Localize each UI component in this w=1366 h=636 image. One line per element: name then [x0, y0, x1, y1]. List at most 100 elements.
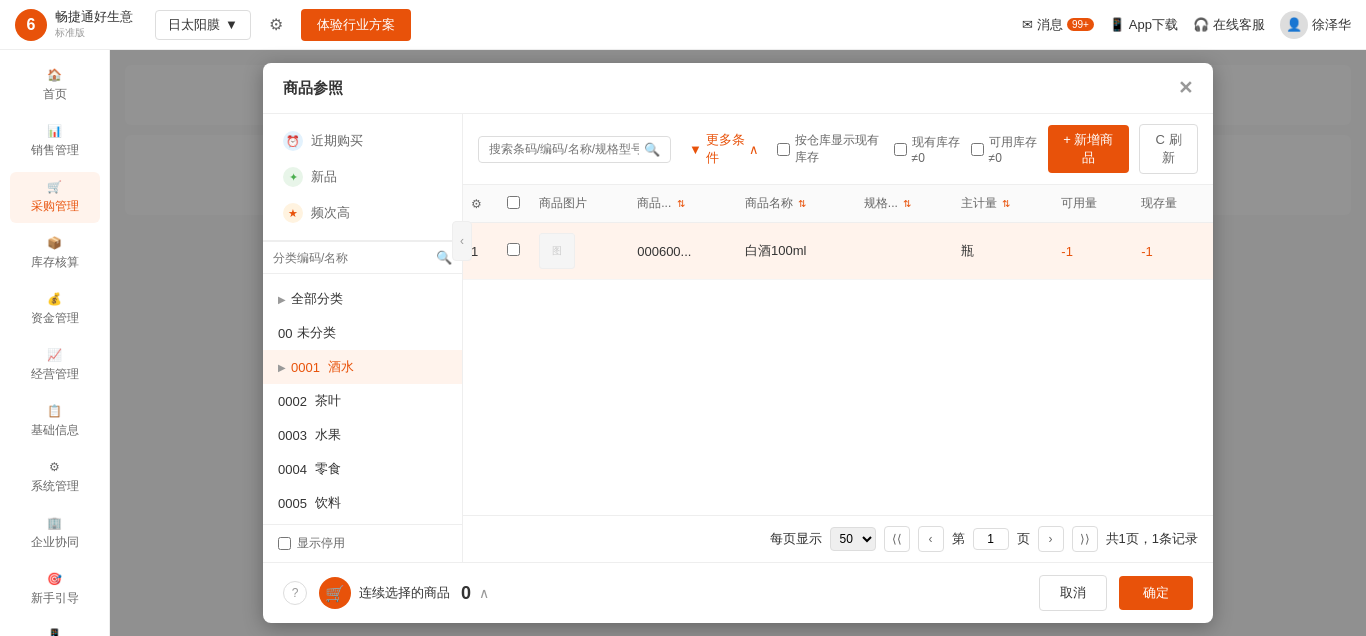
sort-unit-icon[interactable]: ⇅	[1002, 198, 1010, 209]
col-unit: 主计量 ⇅	[953, 185, 1053, 223]
tab-new[interactable]: ✦ 新品	[273, 160, 452, 194]
col-stock: 现存量	[1133, 185, 1213, 223]
available-stock-checkbox[interactable]	[971, 143, 984, 156]
row-stock-cell: -1	[1133, 223, 1213, 280]
select-all-checkbox[interactable]	[507, 196, 520, 209]
finance-icon: 💰	[47, 292, 62, 306]
right-panel: 🔍 ▼ 更多条件 ∧ 按仓库显示现有库存	[463, 114, 1213, 562]
confirm-button[interactable]: 确定	[1119, 576, 1193, 610]
sidebar-item-guide[interactable]: 🎯 新手引导	[10, 564, 100, 615]
sidebar-item-enterprise[interactable]: 🏢 企业协同	[10, 508, 100, 559]
row-spec-cell	[856, 223, 953, 280]
collapse-cart-button[interactable]: ∧	[479, 585, 489, 601]
nav-dropdown[interactable]: 日太阳膜 ▼	[155, 10, 251, 40]
product-search-box: 🔍	[478, 136, 671, 163]
cat-item-00[interactable]: 00 未分类	[263, 316, 462, 350]
refresh-button[interactable]: C 刷新	[1139, 124, 1198, 174]
freq-icon: ★	[283, 203, 303, 223]
left-panel-tabs: ⏰ 近期购买 ✦ 新品 ★ 频次高	[263, 114, 462, 241]
cat-item-0005[interactable]: 0005 饮料	[263, 486, 462, 520]
last-page-button[interactable]: ⟩⟩	[1072, 526, 1098, 552]
cat-item-0002[interactable]: 0002 茶叶	[263, 384, 462, 418]
purchase-icon: 🛒	[47, 180, 62, 194]
collapse-panel-button[interactable]: ‹	[452, 221, 472, 261]
category-search-icon[interactable]: 🔍	[436, 250, 452, 265]
headset-icon: 🎧	[1193, 17, 1209, 32]
row-name-cell: 白酒100ml	[737, 223, 856, 280]
tab-recent[interactable]: ⏰ 近期购买	[273, 124, 452, 158]
row-checkbox[interactable]	[507, 243, 520, 256]
col-name: 商品名称 ⇅	[737, 185, 856, 223]
nav-center: 日太阳膜 ▼ ⚙ 体验行业方案	[135, 9, 1022, 41]
sort-spec-icon[interactable]: ⇅	[903, 198, 911, 209]
add-product-button[interactable]: + 新增商品	[1048, 125, 1129, 173]
available-stock-checkbox-group: 可用库存≠0	[971, 134, 1038, 165]
sidebar-item-home[interactable]: 🏠 首页	[10, 60, 100, 111]
nav-right: ✉ 消息 99+ 📱 App下载 🎧 在线客服 👤 徐泽华	[1022, 11, 1351, 39]
category-tree: ▶ 全部分类 00 未分类 ▶ 0001 酒水	[263, 274, 462, 524]
settings-icon[interactable]: ⚙	[261, 10, 291, 40]
chevron-down-icon: ▼	[225, 17, 238, 32]
phone-icon: 📱	[1109, 17, 1125, 32]
modal-footer: ? 🛒 连续选择的商品 0 ∧ 取消 确定	[263, 562, 1213, 623]
row-img-cell: 图	[531, 223, 629, 280]
cancel-button[interactable]: 取消	[1039, 575, 1107, 611]
modal-close-button[interactable]: ✕	[1178, 77, 1193, 99]
col-settings[interactable]: ⚙	[463, 185, 499, 223]
sidebar-item-sales[interactable]: 📊 销售管理	[10, 116, 100, 167]
trial-button[interactable]: 体验行业方案	[301, 9, 411, 41]
more-filter-button[interactable]: ▼ 更多条件 ∧	[681, 126, 767, 172]
current-stock-checkbox[interactable]	[894, 143, 907, 156]
pagination: 每页显示 50 ⟨⟨ ‹ 第 页 › ⟩⟩ 共1页，1条记录	[463, 515, 1213, 562]
cat-item-0003[interactable]: 0003 水果	[263, 418, 462, 452]
inventory-icon: 📦	[47, 236, 62, 250]
help-icon[interactable]: ?	[283, 581, 307, 605]
prev-page-button[interactable]: ‹	[918, 526, 944, 552]
sidebar-item-appcenter[interactable]: 📱 应用中心	[10, 620, 100, 636]
cart-icon: 🛒	[319, 577, 351, 609]
sales-icon: 📊	[47, 124, 62, 138]
sidebar-item-finance[interactable]: 💰 资金管理	[10, 284, 100, 335]
row-unit-cell: 瓶	[953, 223, 1053, 280]
tab-freq[interactable]: ★ 频次高	[273, 196, 452, 230]
first-page-button[interactable]: ⟨⟨	[884, 526, 910, 552]
cat-item-0004[interactable]: 0004 零食	[263, 452, 462, 486]
business-icon: 📈	[47, 348, 62, 362]
system-icon: ⚙	[49, 460, 60, 474]
product-search-input[interactable]	[489, 142, 639, 156]
sidebar-item-business[interactable]: 📈 经营管理	[10, 340, 100, 391]
col-spec: 规格... ⇅	[856, 185, 953, 223]
modal-overlay: 商品参照 ✕ ⏰ 近期购买 ✦ 新品	[110, 50, 1366, 636]
recent-icon: ⏰	[283, 131, 303, 151]
online-service-item[interactable]: 🎧 在线客服	[1193, 16, 1265, 34]
cat-item-0001[interactable]: ▶ 0001 酒水	[263, 350, 462, 384]
message-item[interactable]: ✉ 消息 99+	[1022, 16, 1094, 34]
logo-area: 6 畅捷通好生意 标准版	[15, 9, 135, 41]
app-download-item[interactable]: 📱 App下载	[1109, 16, 1178, 34]
next-page-button[interactable]: ›	[1038, 526, 1064, 552]
cat-item-all[interactable]: ▶ 全部分类	[263, 282, 462, 316]
col-checkbox	[499, 185, 531, 223]
sidebar-item-basic[interactable]: 📋 基础信息	[10, 396, 100, 447]
main-area: 商品参照 ✕ ⏰ 近期购买 ✦ 新品	[110, 50, 1366, 636]
basic-icon: 📋	[47, 404, 62, 418]
left-panel: ⏰ 近期购买 ✦ 新品 ★ 频次高 ‹	[263, 114, 463, 562]
per-page-select[interactable]: 50	[830, 527, 876, 551]
sidebar-item-purchase[interactable]: 🛒 采购管理	[10, 172, 100, 223]
product-table: ⚙ 商品图片 商品... ⇅	[463, 185, 1213, 280]
sidebar-item-system[interactable]: ⚙ 系统管理	[10, 452, 100, 503]
table-row[interactable]: 1 图	[463, 223, 1213, 280]
user-profile[interactable]: 👤 徐泽华	[1280, 11, 1351, 39]
warehouse-stock-checkbox[interactable]	[777, 143, 790, 156]
show-disabled-row: 显示停用	[263, 524, 462, 562]
product-image: 图	[539, 233, 575, 269]
sort-name-icon[interactable]: ⇅	[798, 198, 806, 209]
sidebar-item-inventory[interactable]: 📦 库存核算	[10, 228, 100, 279]
show-disabled-checkbox[interactable]	[278, 537, 291, 550]
page-number-input[interactable]	[973, 528, 1009, 550]
message-icon: ✉	[1022, 17, 1033, 32]
category-search-input[interactable]	[273, 251, 431, 265]
product-search-icon[interactable]: 🔍	[644, 142, 660, 157]
top-nav: 6 畅捷通好生意 标准版 日太阳膜 ▼ ⚙ 体验行业方案 ✉ 消息 99+ 📱 …	[0, 0, 1366, 50]
sort-code-icon[interactable]: ⇅	[677, 198, 685, 209]
